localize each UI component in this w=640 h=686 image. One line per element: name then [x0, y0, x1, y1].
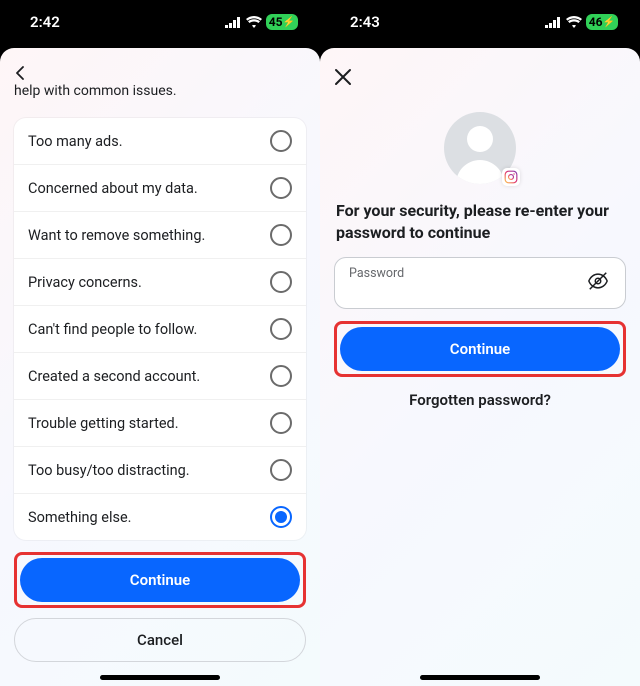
option-label: Created a second account.: [28, 368, 200, 385]
option-row[interactable]: Privacy concerns.: [14, 259, 306, 306]
instagram-badge-icon: [502, 168, 520, 186]
sheet: For your security, please re-enter your …: [320, 48, 640, 686]
battery-percent: 45: [269, 15, 283, 29]
chevron-left-icon: [14, 66, 28, 80]
toggle-password-visibility[interactable]: [583, 266, 613, 300]
password-input[interactable]: [349, 282, 581, 300]
radio-icon[interactable]: [270, 271, 292, 293]
avatar-wrap: [334, 112, 626, 184]
highlight-continue: Continue: [334, 321, 626, 377]
cancel-button[interactable]: Cancel: [14, 618, 306, 662]
forgot-password-link[interactable]: Forgotten password?: [334, 391, 626, 409]
home-indicator[interactable]: [420, 675, 540, 680]
option-label: Too many ads.: [28, 133, 123, 150]
option-label: Can't find people to follow.: [28, 321, 197, 338]
close-button[interactable]: [334, 62, 352, 96]
status-time: 2:42: [30, 13, 60, 31]
status-icons: 46⚡: [545, 14, 618, 30]
home-indicator[interactable]: [100, 675, 220, 680]
status-icons: 45⚡: [225, 14, 298, 30]
sheet: help with common issues. Too many ads. Co…: [0, 48, 320, 686]
wifi-icon: [246, 16, 262, 28]
battery-badge: 46⚡: [586, 14, 618, 30]
option-row[interactable]: Created a second account.: [14, 353, 306, 400]
radio-icon[interactable]: [270, 412, 292, 434]
option-label: Too busy/too distracting.: [28, 462, 190, 479]
radio-icon[interactable]: [270, 506, 292, 528]
security-title: For your security, please re-enter your …: [334, 200, 626, 243]
status-time: 2:43: [350, 13, 380, 31]
password-field[interactable]: Password: [334, 257, 626, 309]
charging-icon: ⚡: [603, 17, 615, 28]
option-row[interactable]: Can't find people to follow.: [14, 306, 306, 353]
radio-icon[interactable]: [270, 365, 292, 387]
radio-icon[interactable]: [270, 224, 292, 246]
header-text-truncated: help with common issues.: [14, 82, 306, 100]
highlight-continue: Continue: [14, 552, 306, 608]
option-label: Privacy concerns.: [28, 274, 142, 291]
option-label: Something else.: [28, 509, 132, 526]
radio-icon[interactable]: [270, 459, 292, 481]
eye-off-icon: [587, 270, 609, 292]
signal-icon: [225, 17, 242, 28]
continue-button[interactable]: Continue: [20, 558, 300, 602]
close-icon: [334, 68, 352, 86]
wifi-icon: [566, 16, 582, 28]
option-row[interactable]: Want to remove something.: [14, 212, 306, 259]
option-row[interactable]: Too many ads.: [14, 118, 306, 165]
continue-button[interactable]: Continue: [340, 327, 620, 371]
option-row[interactable]: Concerned about my data.: [14, 165, 306, 212]
charging-icon: ⚡: [283, 17, 295, 28]
option-label: Trouble getting started.: [28, 415, 179, 432]
status-bar: 2:42 45⚡: [0, 0, 320, 44]
phone-left: 2:42 45⚡ help with common issues. Too ma…: [0, 0, 320, 686]
option-label: Want to remove something.: [28, 227, 205, 244]
option-row[interactable]: Trouble getting started.: [14, 400, 306, 447]
option-label: Concerned about my data.: [28, 180, 198, 197]
radio-icon[interactable]: [270, 177, 292, 199]
battery-badge: 45⚡: [266, 14, 298, 30]
option-row[interactable]: Too busy/too distracting.: [14, 447, 306, 494]
phone-right: 2:43 46⚡: [320, 0, 640, 686]
options-list: Too many ads. Concerned about my data. Wan…: [14, 118, 306, 540]
battery-percent: 46: [589, 15, 603, 29]
status-bar: 2:43 46⚡: [320, 0, 640, 44]
radio-icon[interactable]: [270, 130, 292, 152]
radio-icon[interactable]: [270, 318, 292, 340]
password-label: Password: [349, 266, 581, 281]
signal-icon: [545, 17, 562, 28]
option-row[interactable]: Something else.: [14, 494, 306, 540]
